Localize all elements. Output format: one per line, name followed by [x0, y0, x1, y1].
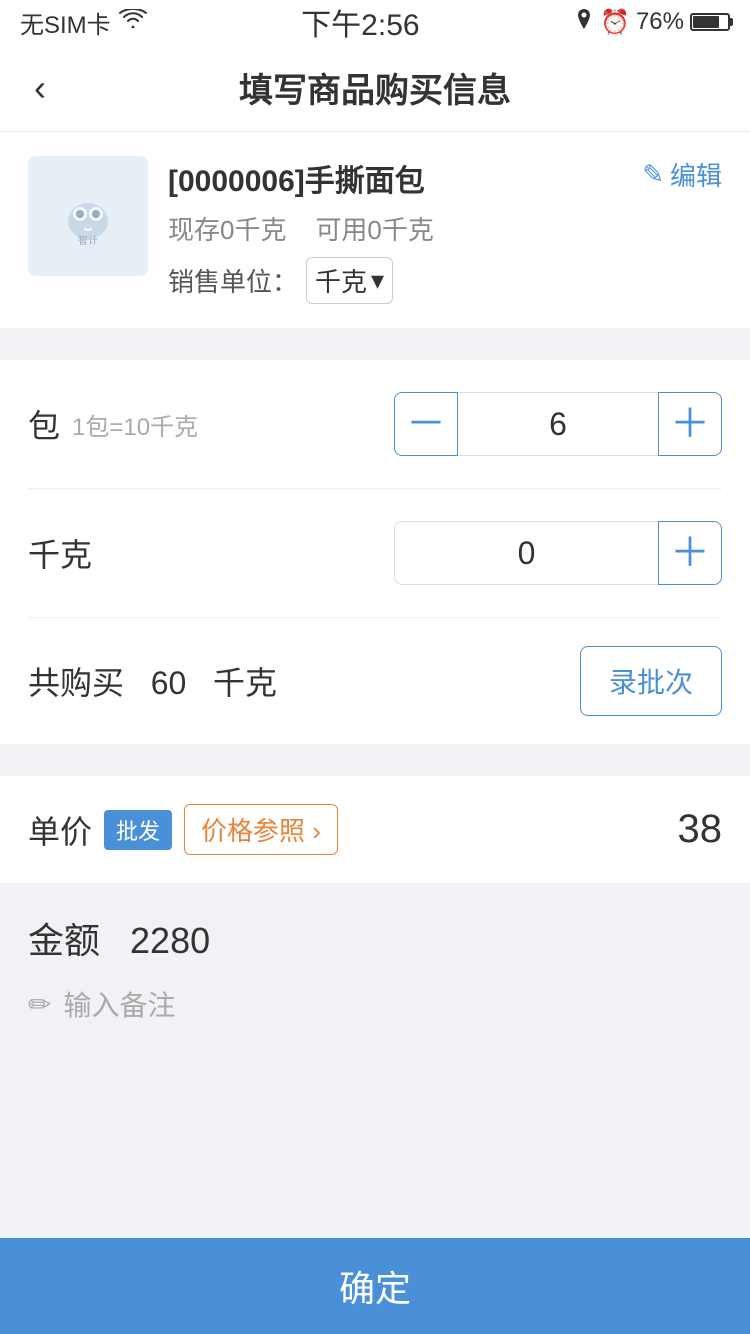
- amount-section: 金额 2280 ✏ 输入备注: [0, 884, 750, 1084]
- back-button[interactable]: ‹: [24, 57, 56, 119]
- amount-row: 金额 2280: [28, 912, 722, 964]
- total-label: 共购买 60 千克: [28, 658, 277, 704]
- pencil-icon: ✏: [28, 988, 51, 1021]
- quantity-section: 包 1包=10千克 － ＋ 千克 ＋: [0, 360, 750, 618]
- price-section: 单价 批发 价格参照 › 38: [0, 776, 750, 884]
- product-thumbnail: 智计: [28, 156, 148, 276]
- status-bar-left: 无SIM卡: [20, 5, 147, 40]
- kg-plus-button[interactable]: ＋: [658, 521, 722, 585]
- product-card: 智计 [0000006]手撕面包 现存0千克 可用0千克 销售单位： 千克 ▾ …: [0, 132, 750, 328]
- batch-button[interactable]: 录批次: [580, 646, 722, 716]
- page-title: 填写商品购买信息: [239, 63, 511, 112]
- total-section: 共购买 60 千克 录批次: [0, 618, 750, 744]
- price-tag: 批发: [104, 810, 172, 850]
- section-separator-1: [0, 344, 750, 360]
- kg-label: 千克: [28, 530, 92, 576]
- alarm-icon: ⏰: [600, 8, 630, 37]
- bag-hint: 1包=10千克: [72, 407, 198, 442]
- price-reference-button[interactable]: 价格参照 ›: [184, 804, 338, 855]
- product-info: [0000006]手撕面包 现存0千克 可用0千克 销售单位： 千克 ▾: [168, 156, 722, 304]
- unit-select[interactable]: 千克 ▾: [306, 257, 393, 304]
- bag-minus-button[interactable]: －: [394, 392, 458, 456]
- status-bar: 无SIM卡 下午2:56 ⏰ 76%: [0, 0, 750, 44]
- remark-placeholder: 输入备注: [63, 984, 175, 1024]
- kg-quantity-control: ＋: [394, 521, 722, 585]
- page-content: 智计 [0000006]手撕面包 现存0千克 可用0千克 销售单位： 千克 ▾ …: [0, 132, 750, 1180]
- price-label: 单价 批发 价格参照 ›: [28, 804, 338, 855]
- remark-row[interactable]: ✏ 输入备注: [28, 984, 722, 1024]
- battery-percentage: 76%: [636, 8, 684, 36]
- edit-button[interactable]: ✎ 编辑: [642, 156, 722, 193]
- total-amount: 60: [151, 665, 187, 701]
- price-value: 38: [678, 807, 723, 852]
- bag-quantity-row: 包 1包=10千克 － ＋: [28, 360, 722, 489]
- product-unit: 销售单位： 千克 ▾: [168, 257, 722, 304]
- bag-quantity-control: － ＋: [394, 392, 722, 456]
- svg-text:智计: 智计: [78, 234, 98, 246]
- bag-plus-button[interactable]: ＋: [658, 392, 722, 456]
- status-bar-time: 下午2:56: [301, 0, 419, 44]
- bag-quantity-input[interactable]: [458, 392, 658, 456]
- nav-bar: ‹ 填写商品购买信息: [0, 44, 750, 132]
- carrier-label: 无SIM卡: [20, 5, 111, 40]
- amount-value: 2280: [130, 920, 210, 961]
- bag-label: 包 1包=10千克: [28, 401, 198, 447]
- product-name: [0000006]手撕面包: [168, 156, 722, 200]
- location-icon: [574, 8, 594, 36]
- kg-quantity-row: 千克 ＋: [28, 489, 722, 618]
- kg-quantity-input[interactable]: [394, 521, 658, 585]
- wifi-icon: [119, 8, 147, 36]
- confirm-button[interactable]: 确定: [0, 1238, 750, 1334]
- battery-icon: [690, 13, 730, 31]
- product-stock: 现存0千克 可用0千克: [168, 210, 722, 247]
- section-separator-2: [0, 760, 750, 776]
- status-bar-right: ⏰ 76%: [574, 8, 730, 37]
